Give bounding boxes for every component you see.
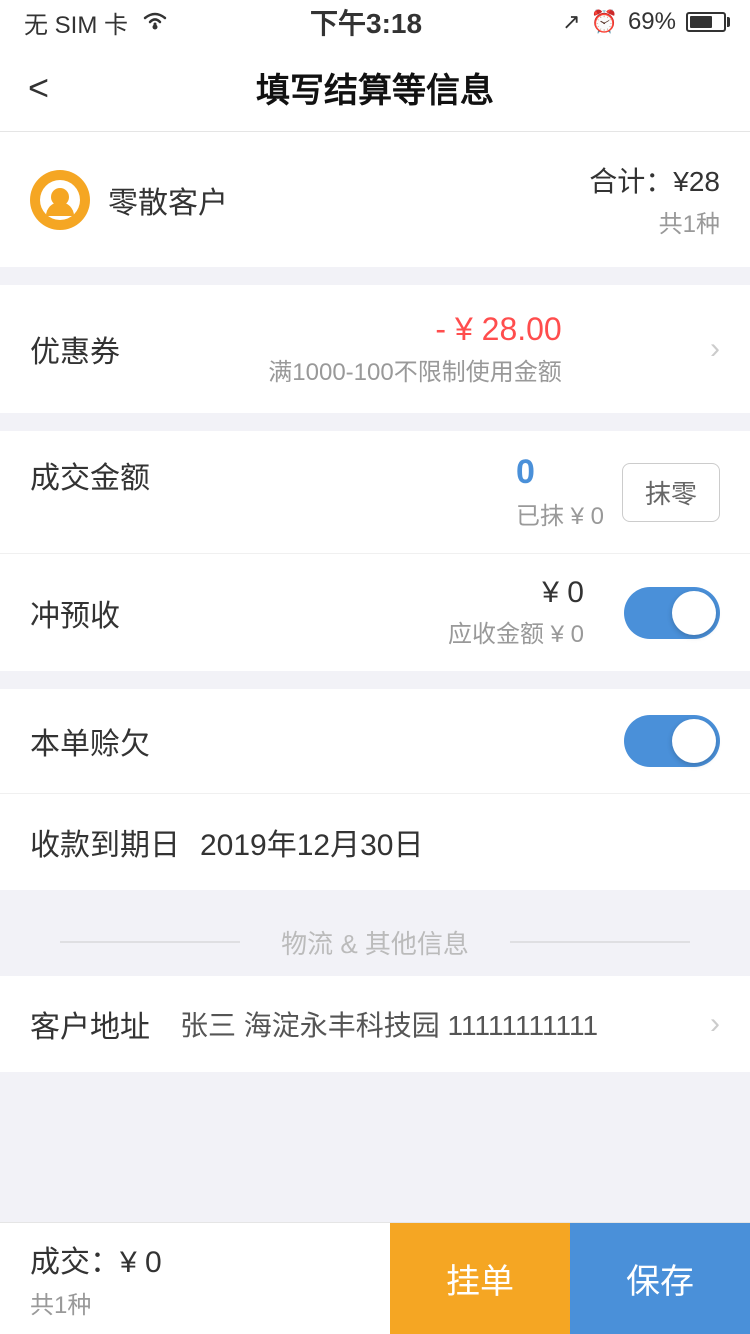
battery-percent: 69% — [628, 8, 676, 36]
wifi-icon — [140, 8, 170, 37]
address-section: 客户地址 张三 海淀永丰科技园 11111111111 › — [0, 976, 750, 1072]
page-title: 填写结算等信息 — [256, 63, 494, 112]
deal-amount-block: 0 已抹 ¥ 0 — [516, 453, 604, 531]
precharge-right: ¥ 0 应收金额 ¥ 0 — [448, 576, 720, 649]
alarm-icon: ⏰ — [591, 9, 618, 35]
customer-right: 合计：¥28 共1种 — [589, 160, 720, 239]
address-label: 客户地址 — [30, 1002, 150, 1046]
customer-left: 零散客户 — [30, 170, 228, 230]
coupon-row[interactable]: 优惠券 - ¥ 28.00 满1000-100不限制使用金额 › — [0, 285, 750, 413]
deal-amount-value: 0 — [516, 453, 604, 492]
logistics-text: 物流 & 其他信息 — [265, 924, 485, 961]
duedate-label: 收款到期日 — [30, 820, 180, 864]
coupon-amount: - ¥ 28.00 — [268, 311, 561, 348]
status-time: 下午3:18 — [310, 2, 422, 42]
precharge-values: ¥ 0 应收金额 ¥ 0 — [448, 576, 584, 649]
status-bar: 无 SIM 卡 下午3:18 ↗ ⏰ 69% — [0, 0, 750, 44]
avatar-inner — [40, 180, 80, 220]
credit-row: 本单赊欠 — [0, 689, 750, 793]
customer-section: 零散客户 合计：¥28 共1种 — [0, 132, 750, 267]
duedate-value: 2019年12月30日 — [200, 820, 423, 864]
total-count: 共1种 — [589, 204, 720, 239]
precharge-sub: 应收金额 ¥ 0 — [448, 614, 584, 649]
customer-name: 零散客户 — [108, 178, 228, 222]
precharge-amount: ¥ 0 — [448, 576, 584, 610]
coupon-section: 优惠券 - ¥ 28.00 满1000-100不限制使用金额 › — [0, 285, 750, 413]
status-right: ↗ ⏰ 69% — [562, 8, 726, 36]
coupon-right: - ¥ 28.00 满1000-100不限制使用金额 — [268, 311, 561, 387]
back-button[interactable]: < — [28, 67, 49, 109]
precharge-toggle[interactable] — [624, 587, 720, 639]
deal-amount-right: 0 已抹 ¥ 0 抹零 — [516, 453, 720, 531]
credit-toggle[interactable] — [624, 715, 720, 767]
precharge-row: 冲预收 ¥ 0 应收金额 ¥ 0 — [0, 553, 750, 671]
precharge-label: 冲预收 — [30, 591, 120, 635]
bottom-deal-value: ¥ 0 — [120, 1246, 162, 1279]
bottom-summary: 成交：¥ 0 共1种 — [0, 1237, 390, 1320]
nav-bar: < 填写结算等信息 — [0, 44, 750, 132]
logistics-divider: 物流 & 其他信息 — [0, 908, 750, 976]
credit-section: 本单赊欠 收款到期日 2019年12月30日 — [0, 689, 750, 890]
deal-amount-row: 成交金额 0 已抹 ¥ 0 抹零 — [0, 431, 750, 553]
toggle-knob — [672, 591, 716, 635]
bottom-deal-label: 成交： — [30, 1246, 120, 1279]
battery-icon — [686, 12, 726, 32]
bottom-count: 共1种 — [30, 1285, 360, 1320]
bottom-bar: 成交：¥ 0 共1种 挂单 保存 — [0, 1222, 750, 1334]
bottom-deal-amount: 成交：¥ 0 — [30, 1237, 360, 1281]
credit-toggle-knob — [672, 719, 716, 763]
round-button[interactable]: 抹零 — [622, 463, 720, 522]
chevron-icon: › — [710, 332, 720, 366]
deal-section: 成交金额 0 已抹 ¥ 0 抹零 冲预收 ¥ 0 应收金额 ¥ 0 — [0, 431, 750, 671]
duedate-row: 收款到期日 2019年12月30日 — [0, 793, 750, 890]
deal-amount-label: 成交金额 — [30, 453, 150, 497]
content: 零散客户 合计：¥28 共1种 优惠券 - ¥ 28.00 满1000-100不… — [0, 132, 750, 1210]
customer-row: 零散客户 合计：¥28 共1种 — [0, 132, 750, 267]
coupon-label: 优惠券 — [30, 327, 120, 371]
deal-amount-sub: 已抹 ¥ 0 — [516, 496, 604, 531]
address-value: 张三 海淀永丰科技园 11111111111 — [180, 1004, 710, 1044]
location-icon: ↗ — [562, 9, 580, 35]
save-button[interactable]: 保存 — [570, 1223, 750, 1334]
coupon-desc: 满1000-100不限制使用金额 — [268, 352, 561, 387]
carrier-label: 无 SIM 卡 — [24, 5, 128, 40]
credit-label: 本单赊欠 — [30, 719, 150, 763]
address-row[interactable]: 客户地址 张三 海淀永丰科技园 11111111111 › — [0, 976, 750, 1072]
pending-button[interactable]: 挂单 — [390, 1223, 570, 1334]
status-left: 无 SIM 卡 — [24, 5, 170, 40]
customer-avatar — [30, 170, 90, 230]
total-amount: 合计：¥28 — [589, 160, 720, 200]
address-chevron-icon: › — [710, 1007, 720, 1041]
